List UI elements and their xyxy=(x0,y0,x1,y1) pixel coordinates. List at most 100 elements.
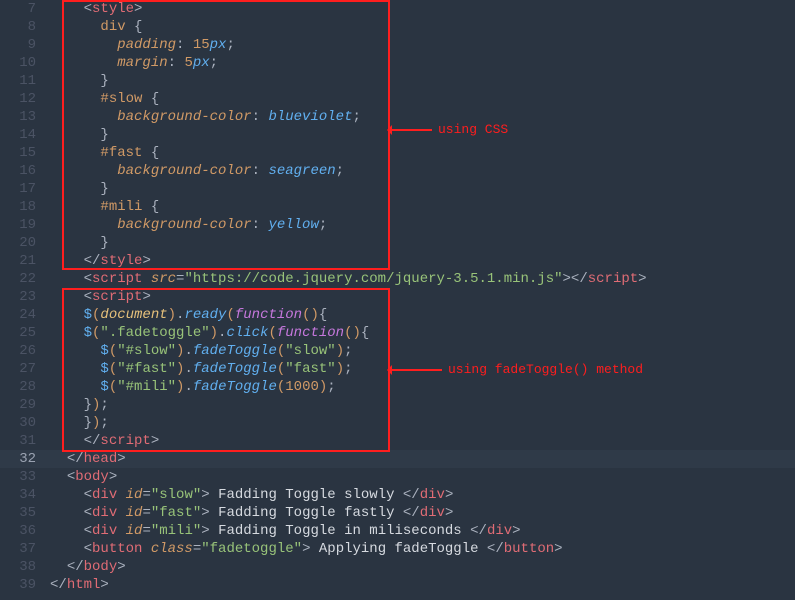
line-number: 22 xyxy=(0,270,50,288)
code-content[interactable]: $("#fast").fadeToggle("fast"); xyxy=(50,360,795,378)
line-number: 21 xyxy=(0,252,50,270)
code-content[interactable]: background-color: seagreen; xyxy=(50,162,795,180)
code-content[interactable]: margin: 5px; xyxy=(50,54,795,72)
line-number: 11 xyxy=(0,72,50,90)
line-number: 8 xyxy=(0,18,50,36)
line-number: 7 xyxy=(0,0,50,18)
line-number: 29 xyxy=(0,396,50,414)
line-number: 25 xyxy=(0,324,50,342)
line-number: 35 xyxy=(0,504,50,522)
code-content[interactable]: <button class="fadetoggle"> Applying fad… xyxy=(50,540,795,558)
code-line[interactable]: 26 $("#slow").fadeToggle("slow"); xyxy=(0,342,795,360)
code-content[interactable]: $("#slow").fadeToggle("slow"); xyxy=(50,342,795,360)
code-content[interactable]: div { xyxy=(50,18,795,36)
code-content[interactable]: <style> xyxy=(50,0,795,18)
line-number: 34 xyxy=(0,486,50,504)
code-line[interactable]: 21 </style> xyxy=(0,252,795,270)
code-line[interactable]: 12 #slow { xyxy=(0,90,795,108)
code-editor[interactable]: 7 <style>8 div {9 padding: 15px;10 margi… xyxy=(0,0,795,594)
line-number: 27 xyxy=(0,360,50,378)
code-line[interactable]: 29 }); xyxy=(0,396,795,414)
code-line[interactable]: 23 <script> xyxy=(0,288,795,306)
line-number: 9 xyxy=(0,36,50,54)
code-line[interactable]: 13 background-color: blueviolet; xyxy=(0,108,795,126)
line-number: 24 xyxy=(0,306,50,324)
code-line[interactable]: 11 } xyxy=(0,72,795,90)
code-content[interactable]: background-color: blueviolet; xyxy=(50,108,795,126)
code-line[interactable]: 34 <div id="slow"> Fadding Toggle slowly… xyxy=(0,486,795,504)
line-number: 28 xyxy=(0,378,50,396)
line-number: 20 xyxy=(0,234,50,252)
code-content[interactable]: </body> xyxy=(50,558,795,576)
code-line[interactable]: 16 background-color: seagreen; xyxy=(0,162,795,180)
code-line[interactable]: 7 <style> xyxy=(0,0,795,18)
line-number: 14 xyxy=(0,126,50,144)
code-content[interactable]: </head> xyxy=(50,450,795,468)
code-line[interactable]: 31 </script> xyxy=(0,432,795,450)
code-content[interactable]: <div id="mili"> Fadding Toggle in milise… xyxy=(50,522,795,540)
code-content[interactable]: <div id="fast"> Fadding Toggle fastly </… xyxy=(50,504,795,522)
line-number: 31 xyxy=(0,432,50,450)
code-content[interactable]: padding: 15px; xyxy=(50,36,795,54)
code-line[interactable]: 38 </body> xyxy=(0,558,795,576)
line-number: 32 xyxy=(0,450,50,468)
line-number: 18 xyxy=(0,198,50,216)
code-line[interactable]: 15 #fast { xyxy=(0,144,795,162)
code-content[interactable]: </style> xyxy=(50,252,795,270)
line-number: 37 xyxy=(0,540,50,558)
code-line[interactable]: 17 } xyxy=(0,180,795,198)
code-content[interactable]: <body> xyxy=(50,468,795,486)
code-content[interactable]: <div id="slow"> Fadding Toggle slowly </… xyxy=(50,486,795,504)
code-line[interactable]: 22 <script src="https://code.jquery.com/… xyxy=(0,270,795,288)
code-content[interactable]: $(document).ready(function(){ xyxy=(50,306,795,324)
code-content[interactable]: $(".fadetoggle").click(function(){ xyxy=(50,324,795,342)
code-line[interactable]: 28 $("#mili").fadeToggle(1000); xyxy=(0,378,795,396)
code-line[interactable]: 27 $("#fast").fadeToggle("fast"); xyxy=(0,360,795,378)
code-content[interactable]: background-color: yellow; xyxy=(50,216,795,234)
line-number: 23 xyxy=(0,288,50,306)
code-content[interactable]: }); xyxy=(50,414,795,432)
code-line[interactable]: 37 <button class="fadetoggle"> Applying … xyxy=(0,540,795,558)
line-number: 39 xyxy=(0,576,50,594)
code-line[interactable]: 9 padding: 15px; xyxy=(0,36,795,54)
code-content[interactable]: } xyxy=(50,126,795,144)
code-content[interactable]: } xyxy=(50,72,795,90)
line-number: 38 xyxy=(0,558,50,576)
line-number: 16 xyxy=(0,162,50,180)
code-content[interactable]: $("#mili").fadeToggle(1000); xyxy=(50,378,795,396)
code-line[interactable]: 30 }); xyxy=(0,414,795,432)
code-content[interactable]: #slow { xyxy=(50,90,795,108)
code-content[interactable]: </script> xyxy=(50,432,795,450)
line-number: 33 xyxy=(0,468,50,486)
code-line[interactable]: 8 div { xyxy=(0,18,795,36)
code-content[interactable]: } xyxy=(50,234,795,252)
code-content[interactable]: <script> xyxy=(50,288,795,306)
code-line[interactable]: 20 } xyxy=(0,234,795,252)
line-number: 30 xyxy=(0,414,50,432)
code-content[interactable]: #fast { xyxy=(50,144,795,162)
code-line[interactable]: 24 $(document).ready(function(){ xyxy=(0,306,795,324)
line-number: 17 xyxy=(0,180,50,198)
line-number: 12 xyxy=(0,90,50,108)
code-line[interactable]: 25 $(".fadetoggle").click(function(){ xyxy=(0,324,795,342)
line-number: 19 xyxy=(0,216,50,234)
code-line[interactable]: 39</html> xyxy=(0,576,795,594)
code-line[interactable]: 33 <body> xyxy=(0,468,795,486)
line-number: 36 xyxy=(0,522,50,540)
code-line[interactable]: 19 background-color: yellow; xyxy=(0,216,795,234)
code-content[interactable]: #mili { xyxy=(50,198,795,216)
code-line[interactable]: 36 <div id="mili"> Fadding Toggle in mil… xyxy=(0,522,795,540)
line-number: 10 xyxy=(0,54,50,72)
code-line[interactable]: 10 margin: 5px; xyxy=(0,54,795,72)
code-line[interactable]: 18 #mili { xyxy=(0,198,795,216)
code-content[interactable]: </html> xyxy=(50,576,795,594)
code-content[interactable]: }); xyxy=(50,396,795,414)
code-line[interactable]: 32 </head> xyxy=(0,450,795,468)
code-line[interactable]: 14 } xyxy=(0,126,795,144)
line-number: 26 xyxy=(0,342,50,360)
line-number: 15 xyxy=(0,144,50,162)
line-number: 13 xyxy=(0,108,50,126)
code-line[interactable]: 35 <div id="fast"> Fadding Toggle fastly… xyxy=(0,504,795,522)
code-content[interactable]: } xyxy=(50,180,795,198)
code-content[interactable]: <script src="https://code.jquery.com/jqu… xyxy=(50,270,795,288)
